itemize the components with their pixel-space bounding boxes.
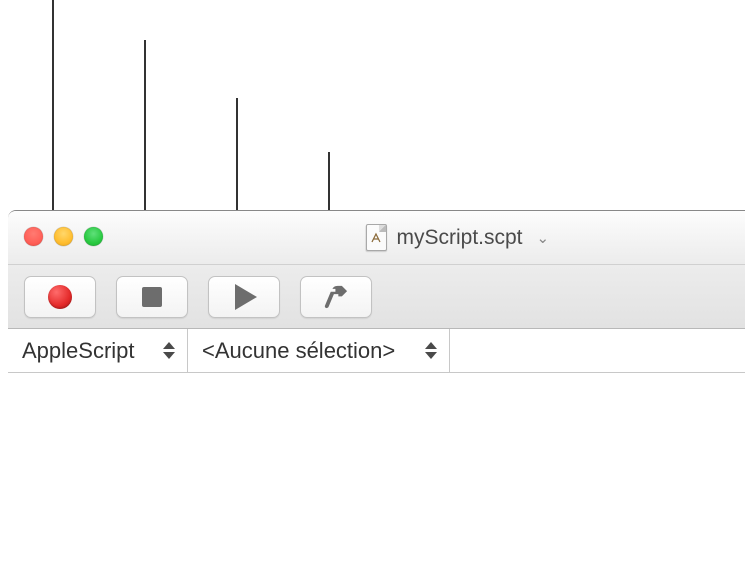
record-icon xyxy=(48,285,72,309)
traffic-lights xyxy=(24,227,103,246)
titlebar: myScript.scpt ⌄ xyxy=(8,211,745,265)
run-button[interactable] xyxy=(208,276,280,318)
stepper-icon xyxy=(163,342,175,359)
document-filename: myScript.scpt xyxy=(396,226,522,250)
selection-label: <Aucune sélection> xyxy=(202,338,395,364)
language-label: AppleScript xyxy=(22,338,135,364)
language-popup[interactable]: AppleScript xyxy=(8,329,188,372)
play-icon xyxy=(235,284,257,310)
stop-icon xyxy=(142,287,162,307)
stepper-icon xyxy=(425,342,437,359)
toolbar xyxy=(8,265,745,329)
stop-button[interactable] xyxy=(116,276,188,318)
record-button[interactable] xyxy=(24,276,96,318)
minimize-button[interactable] xyxy=(54,227,73,246)
window-title[interactable]: myScript.scpt ⌄ xyxy=(365,224,549,251)
navigation-bar: AppleScript <Aucune sélection> xyxy=(8,329,745,373)
chevron-down-icon: ⌄ xyxy=(537,229,550,247)
editor-window: myScript.scpt ⌄ AppleScript <Aucune séle… xyxy=(8,210,745,573)
editor-area[interactable] xyxy=(8,373,745,573)
hammer-icon xyxy=(322,283,350,311)
document-icon xyxy=(365,224,386,251)
close-button[interactable] xyxy=(24,227,43,246)
compile-button[interactable] xyxy=(300,276,372,318)
zoom-button[interactable] xyxy=(84,227,103,246)
selection-popup[interactable]: <Aucune sélection> xyxy=(188,329,450,372)
